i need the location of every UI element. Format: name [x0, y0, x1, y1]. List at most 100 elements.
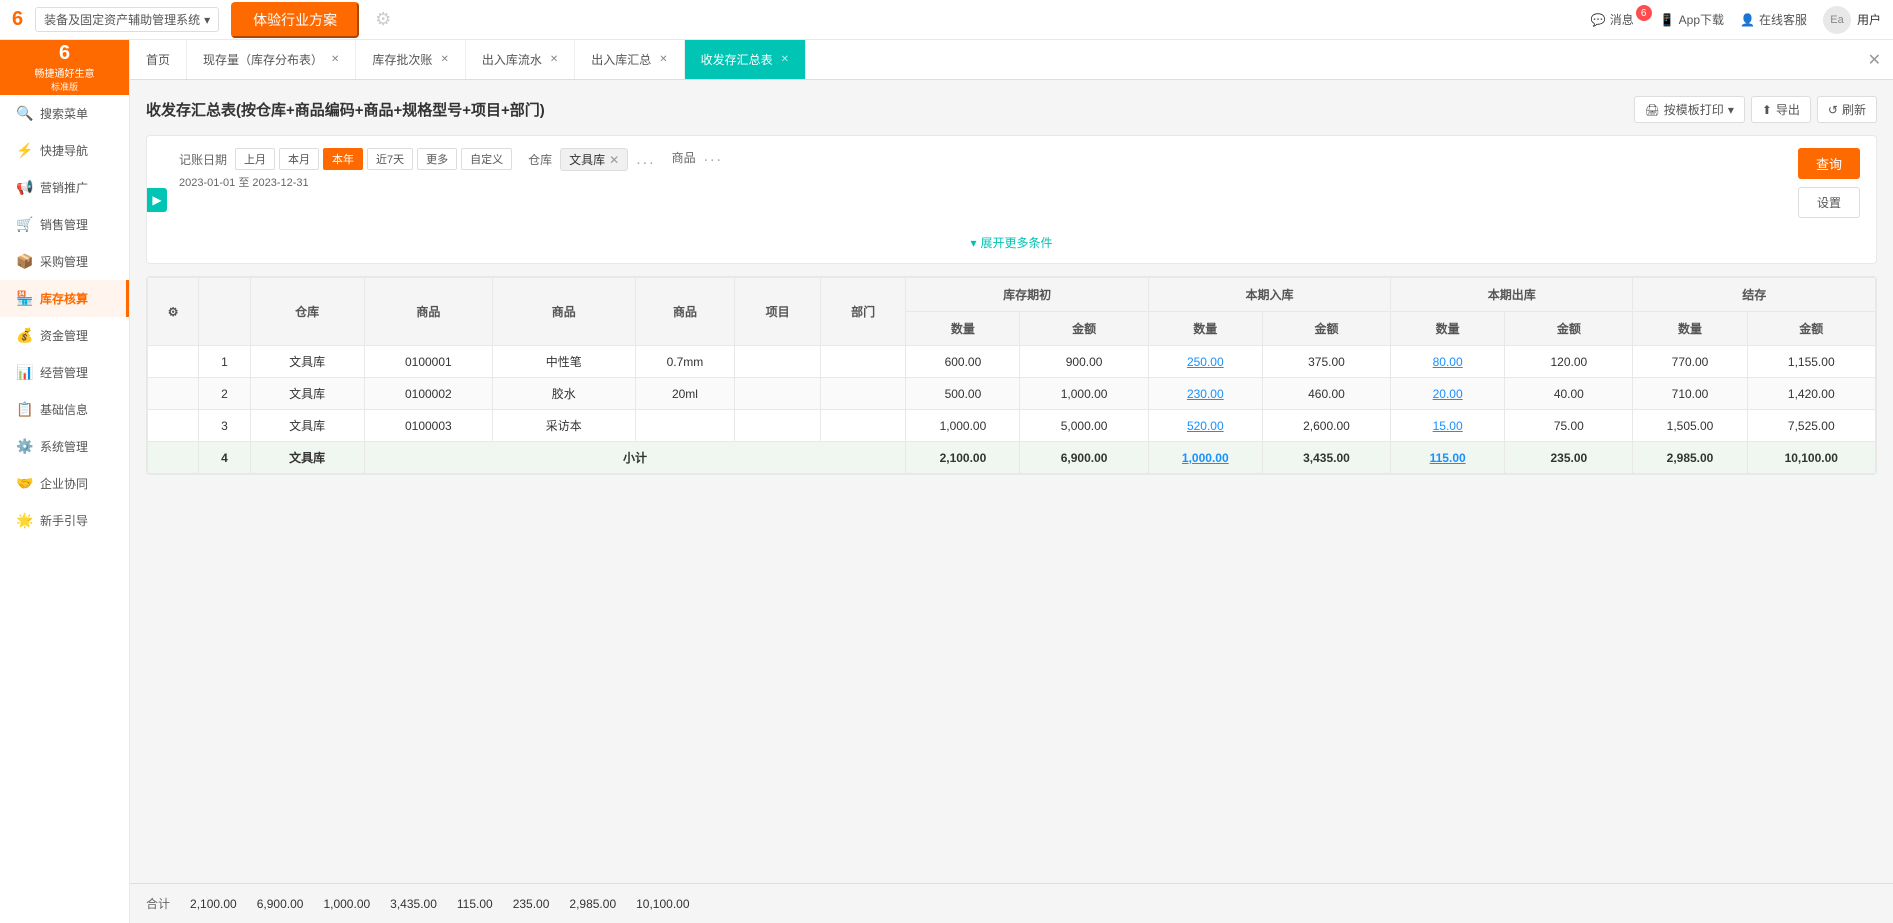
system-icon: ⚙️	[16, 438, 32, 455]
sidebar-item-sales[interactable]: 🛒 销售管理	[0, 206, 129, 243]
sidebar-item-basic[interactable]: 📋 基础信息	[0, 391, 129, 428]
sidebar-item-operations[interactable]: 📊 经营管理	[0, 354, 129, 391]
row2-out-amt: 40.00	[1505, 378, 1633, 410]
sales-icon: 🛒	[16, 216, 32, 233]
goods-more-dots[interactable]: ...	[704, 148, 723, 166]
tab-inout-summary-close[interactable]: ✕	[659, 54, 667, 65]
tab-bar: 首页 现存量（库存分布表） ✕ 库存批次账 ✕ 出入库流水 ✕ 出入库汇总 ✕	[130, 40, 1893, 80]
tab-inout-flow[interactable]: 出入库流水 ✕	[466, 40, 575, 79]
row1-out-qty[interactable]: 80.00	[1391, 346, 1505, 378]
total-closing-qty: 2,985.00	[569, 897, 616, 911]
th-out-qty: 数量	[1391, 312, 1505, 346]
subtotal-label: 小计	[364, 442, 906, 474]
system-name-dropdown[interactable]: 装备及固定资产辅助管理系统 ▾	[35, 7, 219, 32]
row2-num: 2	[199, 378, 250, 410]
total-out-amt: 235.00	[513, 897, 550, 911]
subtotal-out-qty[interactable]: 115.00	[1391, 442, 1505, 474]
row1-opening-qty: 600.00	[906, 346, 1020, 378]
row3-in-amt: 2,600.00	[1262, 410, 1390, 442]
notification-label: 消息	[1610, 11, 1634, 28]
tab-inout-summary-label: 出入库汇总	[591, 51, 651, 68]
expand-label: 展开更多条件	[981, 234, 1053, 251]
notification-button[interactable]: 💬 消息 6	[1591, 11, 1644, 28]
row1-opening-amt: 900.00	[1020, 346, 1148, 378]
sidebar-item-finance[interactable]: 💰 资金管理	[0, 317, 129, 354]
filter-section: ▶ 记账日期 上月 本月 本年 近7天 更多	[146, 135, 1877, 264]
tab-home[interactable]: 首页	[130, 40, 187, 79]
sidebar-logo: 6 畅捷通好生意 标准版	[0, 40, 129, 95]
tab-inout-flow-close[interactable]: ✕	[550, 54, 558, 65]
sidebar-item-newbie[interactable]: 🌟 新手引导	[0, 502, 129, 539]
sidebar-item-purchase[interactable]: 📦 采购管理	[0, 243, 129, 280]
row2-out-qty[interactable]: 20.00	[1391, 378, 1505, 410]
subtotal-in-qty[interactable]: 1,000.00	[1148, 442, 1262, 474]
sidebar-label-newbie: 新手引导	[40, 512, 88, 529]
goods-label: 商品	[672, 149, 696, 166]
date-btn-last-month[interactable]: 上月	[235, 148, 275, 170]
row2-in-qty[interactable]: 230.00	[1148, 378, 1262, 410]
table-row: 3 文具库 0100003 采访本 1,000.00 5,000.00 520.…	[148, 410, 1876, 442]
top-right-area: 💬 消息 6 📱 App下载 👤 在线客服 Ea 用户	[1591, 6, 1881, 34]
trial-button[interactable]: 体验行业方案	[231, 2, 359, 38]
tab-recv-send-summary-label: 收发存汇总表	[701, 51, 773, 68]
filter-settings-button[interactable]: 设置	[1798, 187, 1860, 218]
app-download-button[interactable]: 📱 App下载	[1660, 11, 1724, 28]
th-closing-amt: 金额	[1747, 312, 1875, 346]
date-btn-more[interactable]: 更多	[417, 148, 457, 170]
warehouse-tag[interactable]: 文具库 ✕	[560, 148, 628, 171]
filter-expand-icon[interactable]: ▶	[147, 188, 167, 212]
row3-out-qty[interactable]: 15.00	[1391, 410, 1505, 442]
sidebar-label-inventory: 库存核算	[40, 290, 88, 307]
online-service-button[interactable]: 👤 在线客服	[1740, 11, 1807, 28]
basic-icon: 📋	[16, 401, 32, 418]
tab-recv-send-summary[interactable]: 收发存汇总表 ✕	[685, 40, 806, 79]
user-area[interactable]: Ea 用户	[1823, 6, 1881, 34]
date-btn-this-month[interactable]: 本月	[279, 148, 319, 170]
tab-inout-summary[interactable]: 出入库汇总 ✕	[575, 40, 684, 79]
row1-closing-amt: 1,155.00	[1747, 346, 1875, 378]
filter-row-main: 记账日期 上月 本月 本年 近7天 更多 自定义 2023	[163, 148, 1860, 218]
subtotal-warehouse: 文具库	[250, 442, 364, 474]
sidebar-item-quicknav[interactable]: ⚡ 快捷导航	[0, 132, 129, 169]
th-goods-spec: 商品	[635, 278, 735, 346]
row3-spec	[635, 410, 735, 442]
sidebar-item-search[interactable]: 🔍 搜索菜单	[0, 95, 129, 132]
export-button[interactable]: ⬆ 导出	[1751, 96, 1811, 123]
tab-close-all-button[interactable]: ✕	[1856, 50, 1893, 70]
total-opening-qty: 2,100.00	[190, 897, 237, 911]
expand-more-conditions-button[interactable]: ▾ 展开更多条件	[970, 234, 1052, 251]
content-area: 首页 现存量（库存分布表） ✕ 库存批次账 ✕ 出入库流水 ✕ 出入库汇总 ✕	[130, 40, 1893, 923]
system-logo: 6	[12, 8, 23, 31]
refresh-icon: ↺	[1828, 103, 1838, 117]
tab-recv-send-summary-close[interactable]: ✕	[781, 54, 789, 65]
subtotal-closing-amt: 10,100.00	[1747, 442, 1875, 474]
tab-batch-ledger[interactable]: 库存批次账 ✕	[356, 40, 465, 79]
warehouse-more-dots[interactable]: ...	[636, 151, 655, 169]
sidebar-item-system[interactable]: ⚙️ 系统管理	[0, 428, 129, 465]
row1-in-qty[interactable]: 250.00	[1148, 346, 1262, 378]
th-settings[interactable]: ⚙	[148, 278, 199, 346]
expand-row: ▾ 展开更多条件	[163, 226, 1860, 251]
table-row: 2 文具库 0100002 胶水 20ml 500.00 1,000.00 23…	[148, 378, 1876, 410]
row1-name: 中性笔	[492, 346, 635, 378]
date-btn-7days[interactable]: 近7天	[367, 148, 413, 170]
settings-icon[interactable]: ⚙	[375, 9, 391, 30]
collab-icon: 🤝	[16, 475, 32, 492]
tab-inventory-dist[interactable]: 现存量（库存分布表） ✕	[187, 40, 356, 79]
th-in-amt: 金额	[1262, 312, 1390, 346]
query-button[interactable]: 查询	[1798, 148, 1860, 179]
sidebar-item-collab[interactable]: 🤝 企业协同	[0, 465, 129, 502]
th-opening-amt: 金额	[1020, 312, 1148, 346]
tab-inventory-dist-close[interactable]: ✕	[331, 54, 339, 65]
date-btn-this-year[interactable]: 本年	[323, 148, 363, 170]
warehouse-tag-remove[interactable]: ✕	[609, 153, 619, 167]
print-button[interactable]: 🖨 按模板打印 ▾	[1634, 96, 1745, 123]
refresh-button[interactable]: ↺ 刷新	[1817, 96, 1877, 123]
row3-in-qty[interactable]: 520.00	[1148, 410, 1262, 442]
sidebar-item-inventory[interactable]: 🏪 库存核算	[0, 280, 129, 317]
th-goods-name: 商品	[492, 278, 635, 346]
data-table: ⚙ 仓库 商品 商品 商品 项目 部门 库存期初 本期入库 本期出库	[147, 277, 1876, 474]
date-btn-custom[interactable]: 自定义	[461, 148, 512, 170]
tab-batch-ledger-close[interactable]: ✕	[440, 54, 448, 65]
sidebar-item-marketing[interactable]: 📢 营销推广	[0, 169, 129, 206]
